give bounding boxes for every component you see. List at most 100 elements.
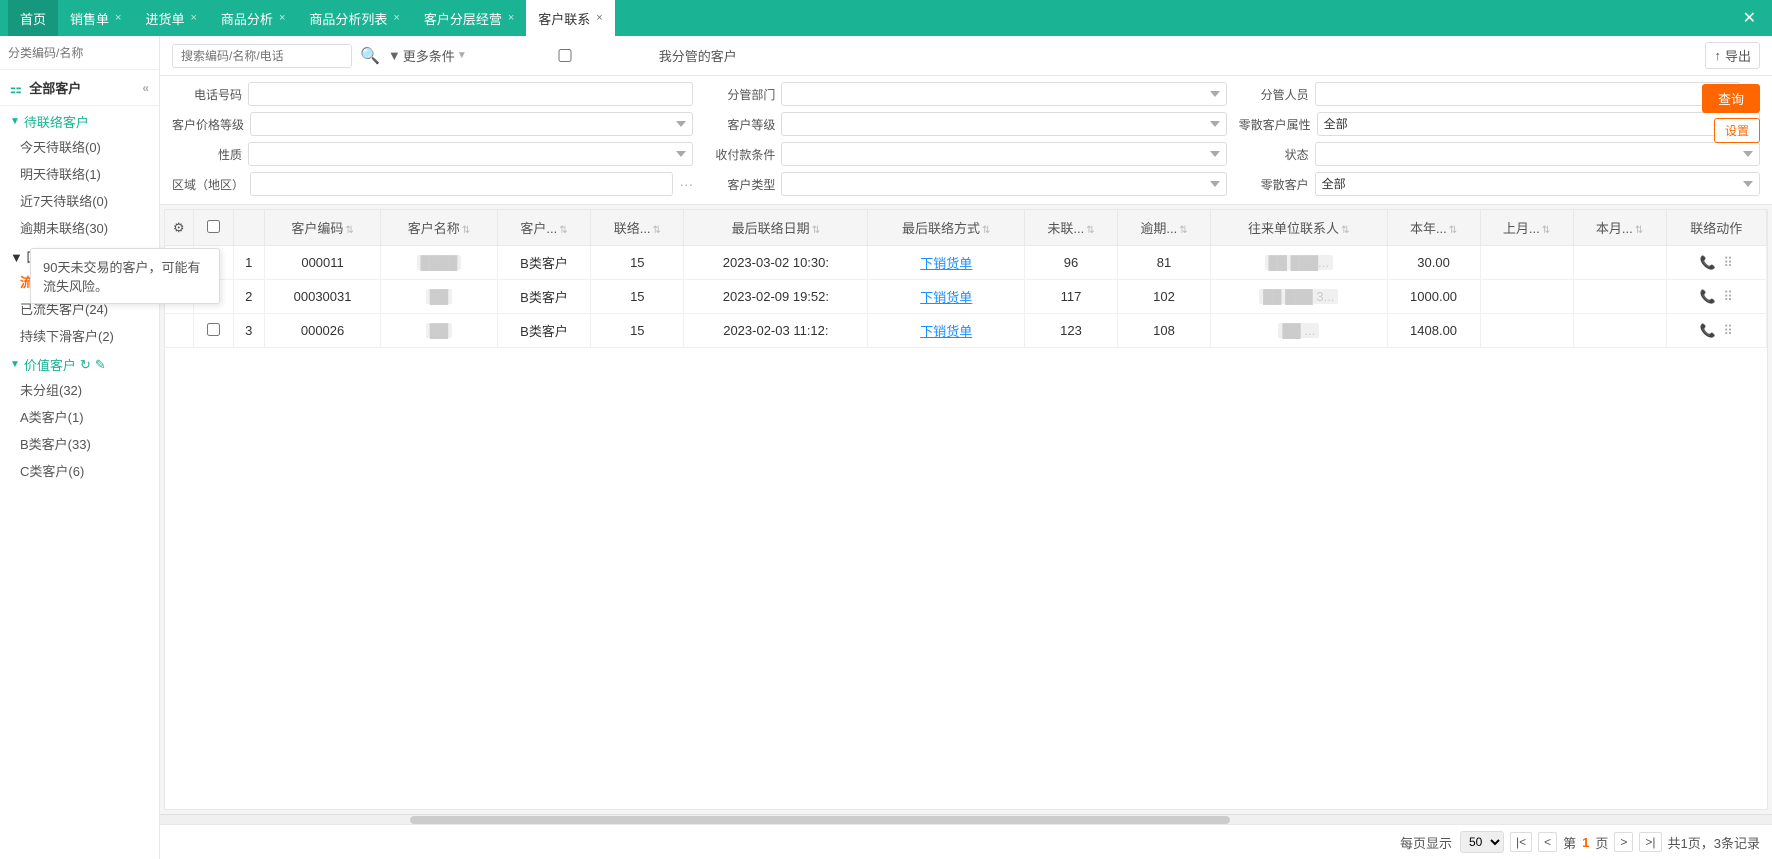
refresh-icon[interactable]: ↻ xyxy=(80,357,91,373)
search-input[interactable] xyxy=(172,44,352,68)
tab-sales[interactable]: 销售单 × xyxy=(58,0,133,36)
action-menu-icon[interactable]: ⠿ xyxy=(1723,255,1733,270)
row-action-cell[interactable]: 📞 ⠿ xyxy=(1666,246,1766,280)
row-checkbox[interactable] xyxy=(207,323,220,336)
close-purchase-tab[interactable]: × xyxy=(190,12,196,24)
close-goods-analysis-tab[interactable]: × xyxy=(279,12,285,24)
col-settings[interactable]: ⚙ xyxy=(165,210,193,246)
payment-select[interactable] xyxy=(781,142,1226,166)
col-unit-contact[interactable]: 往来单位联系人⇅ xyxy=(1210,210,1387,246)
col-not-contacted[interactable]: 未联...⇅ xyxy=(1024,210,1117,246)
zero-customer-select[interactable]: 全部 xyxy=(1315,172,1760,196)
action-phone-icon[interactable]: 📞 xyxy=(1700,289,1716,304)
action-phone-icon[interactable]: 📞 xyxy=(1700,323,1716,338)
query-button[interactable]: 查询 xyxy=(1702,84,1760,113)
table-area: ⚙ 客户编码⇅ 客户名称⇅ 客户...⇅ 联络...⇅ 最后联络日期⇅ 最后联络… xyxy=(164,209,1768,810)
col-checkbox[interactable] xyxy=(193,210,233,246)
col-this-year[interactable]: 本年...⇅ xyxy=(1387,210,1480,246)
sidebar-item-7days[interactable]: 近7天待联络(0) xyxy=(0,187,159,214)
total-info: 共1页，3条记录 xyxy=(1668,833,1760,852)
close-sales-tab[interactable]: × xyxy=(115,12,121,24)
tab-customer-tier[interactable]: 客户分层经营 × xyxy=(412,0,526,36)
status-select[interactable] xyxy=(1315,142,1760,166)
my-customers-check[interactable] xyxy=(475,49,655,62)
sort-last-month: ⇅ xyxy=(1542,225,1550,236)
sidebar-item-a-class[interactable]: A类客户(1) xyxy=(0,403,159,430)
export-button[interactable]: ↑ 导出 xyxy=(1705,42,1760,69)
row-overdue-cell: 81 xyxy=(1117,246,1210,280)
close-goods-list-tab[interactable]: × xyxy=(393,12,399,24)
first-page-btn[interactable]: |< xyxy=(1510,832,1532,852)
current-page: 1 xyxy=(1582,835,1589,850)
col-contact[interactable]: 联络...⇅ xyxy=(591,210,684,246)
tab-home[interactable]: 首页 xyxy=(8,0,58,36)
per-page-select[interactable]: 50 xyxy=(1460,831,1504,853)
row-method-cell[interactable]: 下销货单 xyxy=(868,280,1025,314)
col-name[interactable]: 客户名称⇅ xyxy=(381,210,497,246)
my-customers-checkbox[interactable]: 我分管的客户 xyxy=(475,46,737,65)
sidebar-item-b-class[interactable]: B类客户(33) xyxy=(0,430,159,457)
sidebar-item-overdue[interactable]: 逾期未联络(30) xyxy=(0,214,159,241)
row-type-cell: B类客户 xyxy=(497,280,591,314)
sidebar-item-tomorrow[interactable]: 明天待联络(1) xyxy=(0,160,159,187)
row-name-cell: ██ xyxy=(381,314,497,348)
col-code[interactable]: 客户编码⇅ xyxy=(264,210,380,246)
action-menu-icon[interactable]: ⠿ xyxy=(1723,289,1733,304)
row-overdue-cell: 108 xyxy=(1117,314,1210,348)
customer-level-select[interactable] xyxy=(781,112,1226,136)
row-action-cell[interactable]: 📞 ⠿ xyxy=(1666,314,1766,348)
edit-icon[interactable]: ✎ xyxy=(95,357,106,373)
sidebar-group-pending[interactable]: ▼ 待联络客户 xyxy=(0,106,159,133)
col-overdue[interactable]: 逾期...⇅ xyxy=(1117,210,1210,246)
sidebar-item-c-class[interactable]: C类客户(6) xyxy=(0,457,159,484)
method-link[interactable]: 下销货单 xyxy=(920,290,972,305)
zero-attr-select[interactable]: 全部 xyxy=(1317,112,1760,136)
sidebar-all-customers[interactable]: ⚏ 全部客户 « xyxy=(0,70,159,106)
row-action-cell[interactable]: 📞 ⠿ xyxy=(1666,280,1766,314)
col-last-month[interactable]: 上月...⇅ xyxy=(1480,210,1573,246)
select-all-checkbox[interactable] xyxy=(207,220,220,233)
action-menu-icon[interactable]: ⠿ xyxy=(1723,323,1733,338)
setting-button[interactable]: 设置 xyxy=(1714,118,1760,143)
search-button[interactable]: 🔍 xyxy=(360,46,380,66)
close-customer-contact-tab[interactable]: × xyxy=(596,12,602,24)
tab-purchase[interactable]: 进货单 × xyxy=(133,0,208,36)
customer-type-select[interactable] xyxy=(781,172,1226,196)
method-link[interactable]: 下销货单 xyxy=(920,256,972,271)
col-type[interactable]: 客户...⇅ xyxy=(497,210,591,246)
col-last-method[interactable]: 最后联络方式⇅ xyxy=(868,210,1025,246)
sidebar-group-value[interactable]: ▼ 价值客户 ↻ ✎ xyxy=(0,349,159,376)
tab-goods-analysis[interactable]: 商品分析 × xyxy=(209,0,297,36)
row-this-year-cell: 1000.00 xyxy=(1387,280,1480,314)
row-method-cell[interactable]: 下销货单 xyxy=(868,246,1025,280)
row-checkbox-cell[interactable] xyxy=(193,314,233,348)
phone-input[interactable] xyxy=(248,82,693,106)
sidebar-item-ungroup[interactable]: 未分组(32) xyxy=(0,376,159,403)
region-dots[interactable]: ··· xyxy=(679,176,693,192)
action-phone-icon[interactable]: 📞 xyxy=(1700,255,1716,270)
more-conditions-button[interactable]: ▼ 更多条件 ▼ xyxy=(388,46,467,65)
sidebar-search-input[interactable] xyxy=(8,46,160,60)
gender-select[interactable] xyxy=(248,142,693,166)
tab-customer-contact[interactable]: 客户联系 × xyxy=(526,0,614,36)
tab-goods-list[interactable]: 商品分析列表 × xyxy=(297,0,411,36)
person-input[interactable] xyxy=(1315,82,1740,106)
close-customer-tier-tab[interactable]: × xyxy=(508,12,514,24)
horizontal-scrollbar[interactable] xyxy=(160,814,1772,824)
row-code-cell: 00030031 xyxy=(264,280,380,314)
price-level-select[interactable] xyxy=(250,112,693,136)
dept-select[interactable] xyxy=(781,82,1226,106)
row-method-cell[interactable]: 下销货单 xyxy=(868,314,1025,348)
next-page-btn[interactable]: > xyxy=(1614,832,1633,852)
col-last-date[interactable]: 最后联络日期⇅ xyxy=(684,210,868,246)
close-all-button[interactable]: ✕ xyxy=(1735,4,1764,32)
sidebar-item-today[interactable]: 今天待联络(0) xyxy=(0,133,159,160)
scrollbar-thumb[interactable] xyxy=(410,816,1230,824)
prev-page-btn[interactable]: < xyxy=(1538,832,1557,852)
region-input[interactable] xyxy=(250,172,673,196)
sidebar-item-declining[interactable]: 持续下滑客户(2) xyxy=(0,322,159,349)
col-this-month[interactable]: 本月...⇅ xyxy=(1573,210,1666,246)
sidebar-collapse-btn[interactable]: « xyxy=(142,81,149,95)
method-link[interactable]: 下销货单 xyxy=(920,324,972,339)
last-page-btn[interactable]: >| xyxy=(1639,832,1661,852)
